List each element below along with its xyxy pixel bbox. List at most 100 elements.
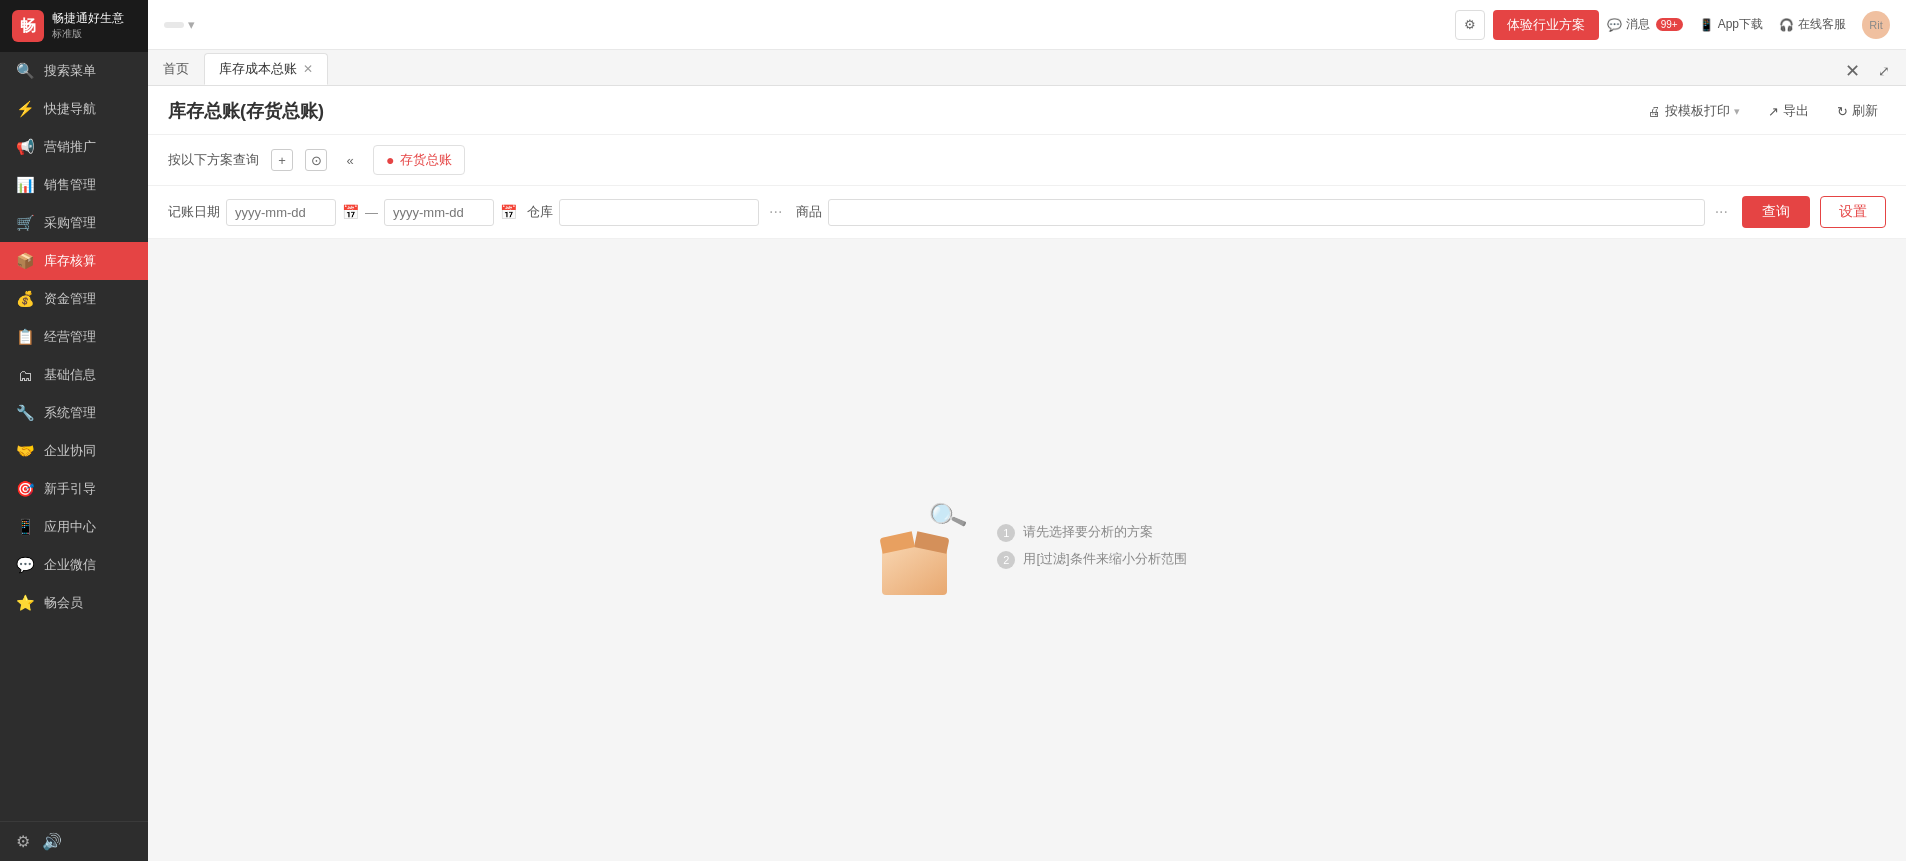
page-container: 库存总账(存货总账) 🖨 按模板打印 ▾ ↗ 导出 ↻ 刷新: [148, 86, 1906, 861]
logo-icon: 畅: [12, 10, 44, 42]
product-more-icon[interactable]: ···: [1711, 201, 1732, 223]
scheme-item[interactable]: ● 存货总账: [373, 145, 465, 175]
phone-icon: 📱: [1699, 18, 1714, 32]
newbie-icon: 🎯: [16, 480, 34, 498]
message-btn[interactable]: 💬 消息 99+: [1607, 16, 1683, 33]
print-icon: 🖨: [1648, 104, 1661, 119]
topbar-right: 💬 消息 99+ 📱 App下载 🎧 在线客服 Rit: [1607, 11, 1890, 39]
warehouse-input[interactable]: [559, 199, 759, 226]
tabs-extra: ✕ ⤢: [1838, 57, 1906, 85]
app-center-icon: 📱: [16, 518, 34, 536]
breadcrumb-chevron-icon: ▾: [188, 17, 195, 32]
warehouse-field-group: 仓库 ···: [527, 199, 786, 226]
sidebar-item-finance[interactable]: 💰 资金管理: [0, 280, 148, 318]
date-to-input[interactable]: [384, 199, 494, 226]
footer-settings-icon[interactable]: ⚙: [16, 832, 30, 851]
product-field-group: 商品 ···: [796, 199, 1732, 226]
system-icon: 🔧: [16, 404, 34, 422]
collapse-icon: «: [346, 153, 353, 168]
sidebar-footer: ⚙ 🔊: [0, 821, 148, 861]
print-btn[interactable]: 🖨 按模板打印 ▾: [1640, 98, 1748, 124]
tab-close-button[interactable]: ✕: [1838, 57, 1866, 85]
content-area: 库存总账(存货总账) 🖨 按模板打印 ▾ ↗ 导出 ↻ 刷新: [148, 86, 1906, 861]
gear-icon: ⚙: [1464, 17, 1476, 32]
operations-icon: 📋: [16, 328, 34, 346]
warehouse-label: 仓库: [527, 203, 553, 221]
empty-state: 🔍 1 请先选择要分析的方案 2 用[过滤]条件来缩小分析范围: [148, 239, 1906, 861]
message-icon: 💬: [1607, 18, 1622, 32]
date-dash: —: [365, 205, 378, 220]
filter-del-button[interactable]: ⊙: [305, 149, 327, 171]
calendar-to-icon[interactable]: 📅: [500, 204, 517, 220]
step2-num: 2: [997, 551, 1015, 569]
tab-expand-button[interactable]: ⤢: [1870, 57, 1898, 85]
finance-icon: 💰: [16, 290, 34, 308]
page-header: 库存总账(存货总账) 🖨 按模板打印 ▾ ↗ 导出 ↻ 刷新: [148, 86, 1906, 135]
sidebar-item-enterprise[interactable]: 🤝 企业协同: [0, 432, 148, 470]
sidebar-item-operations[interactable]: 📋 经营管理: [0, 318, 148, 356]
empty-hints: 1 请先选择要分析的方案 2 用[过滤]条件来缩小分析范围: [997, 523, 1186, 577]
date-field-group: 记账日期 📅 — 📅: [168, 199, 517, 226]
circle-icon: ⊙: [311, 153, 322, 168]
sidebar-item-wechat[interactable]: 💬 企业微信: [0, 546, 148, 584]
breadcrumb: ▾: [164, 17, 1447, 32]
topbar: ▾ ⚙ 体验行业方案 💬 消息 99+ 📱 App下载 🎧 在线客服 Rit: [148, 0, 1906, 50]
date-from-input[interactable]: [226, 199, 336, 226]
filter-add-button[interactable]: +: [271, 149, 293, 171]
scheme-label: 存货总账: [400, 151, 452, 169]
user-avatar[interactable]: Rit: [1862, 11, 1890, 39]
tab-home[interactable]: 首页: [148, 53, 204, 85]
plus-icon: +: [278, 153, 286, 168]
sidebar-item-purchase[interactable]: 🛒 采购管理: [0, 204, 148, 242]
search-menu-icon: 🔍: [16, 62, 34, 80]
demo-btn[interactable]: 体验行业方案: [1493, 10, 1599, 40]
topbar-settings-button[interactable]: ⚙: [1455, 10, 1485, 40]
footer-audio-icon[interactable]: 🔊: [42, 832, 62, 851]
sidebar-item-sales[interactable]: 📊 销售管理: [0, 166, 148, 204]
sidebar-item-member[interactable]: ⭐ 畅会员: [0, 584, 148, 622]
step1-num: 1: [997, 524, 1015, 542]
export-btn[interactable]: ↗ 导出: [1760, 98, 1817, 124]
sidebar-item-search-menu[interactable]: 🔍 搜索菜单: [0, 52, 148, 90]
settings-button[interactable]: 设置: [1820, 196, 1886, 228]
headset-icon: 🎧: [1779, 18, 1794, 32]
tabs-bar: 首页 库存成本总账 ✕ ✕ ⤢: [148, 50, 1906, 86]
filter-collapse-button[interactable]: «: [339, 149, 361, 171]
sidebar-item-app-center[interactable]: 📱 应用中心: [0, 508, 148, 546]
main-area: ▾ ⚙ 体验行业方案 💬 消息 99+ 📱 App下载 🎧 在线客服 Rit: [148, 0, 1906, 861]
sidebar-item-quick-nav[interactable]: ⚡ 快捷导航: [0, 90, 148, 128]
page-title: 库存总账(存货总账): [168, 99, 324, 123]
marketing-icon: 📢: [16, 138, 34, 156]
refresh-btn[interactable]: ↻ 刷新: [1829, 98, 1886, 124]
sidebar: 畅 畅捷通好生意 标准版 🔍 搜索菜单 ⚡ 快捷导航 📢 营销推广 📊 销售管理…: [0, 0, 148, 861]
app-download-btn[interactable]: 📱 App下载: [1699, 16, 1763, 33]
sidebar-item-inventory[interactable]: 📦 库存核算: [0, 242, 148, 280]
sidebar-item-newbie[interactable]: 🎯 新手引导: [0, 470, 148, 508]
print-chevron-icon: ▾: [1734, 105, 1740, 118]
quick-nav-icon: ⚡: [16, 100, 34, 118]
warehouse-more-icon[interactable]: ···: [765, 201, 786, 223]
product-input[interactable]: [828, 199, 1704, 226]
tab-inventory-ledger[interactable]: 库存成本总账 ✕: [204, 53, 328, 85]
calendar-from-icon[interactable]: 📅: [342, 204, 359, 220]
base-info-icon: 🗂: [16, 367, 34, 384]
sidebar-item-base-info[interactable]: 🗂 基础信息: [0, 356, 148, 394]
product-label: 商品: [796, 203, 822, 221]
inventory-icon: 📦: [16, 252, 34, 270]
tab-close-icon[interactable]: ✕: [303, 62, 313, 76]
sidebar-nav: 🔍 搜索菜单 ⚡ 快捷导航 📢 营销推广 📊 销售管理 🛒 采购管理 📦 库存核…: [0, 52, 148, 821]
enterprise-icon: 🤝: [16, 442, 34, 460]
empty-illustration: 🔍: [867, 500, 967, 600]
empty-inner: 🔍 1 请先选择要分析的方案 2 用[过滤]条件来缩小分析范围: [867, 500, 1186, 600]
sidebar-item-system[interactable]: 🔧 系统管理: [0, 394, 148, 432]
filter-bar: 按以下方案查询 + ⊙ « ● 存货总账: [148, 135, 1906, 186]
filter-label: 按以下方案查询: [168, 151, 259, 169]
refresh-icon: ↻: [1837, 104, 1848, 119]
scheme-icon: ●: [386, 152, 394, 168]
page-header-actions: 🖨 按模板打印 ▾ ↗ 导出 ↻ 刷新: [1640, 98, 1886, 124]
online-service-btn[interactable]: 🎧 在线客服: [1779, 16, 1846, 33]
empty-hint-1: 1 请先选择要分析的方案: [997, 523, 1186, 542]
search-button[interactable]: 查询: [1742, 196, 1810, 228]
logo-text: 畅捷通好生意 标准版: [52, 11, 124, 41]
sidebar-item-marketing[interactable]: 📢 营销推广: [0, 128, 148, 166]
